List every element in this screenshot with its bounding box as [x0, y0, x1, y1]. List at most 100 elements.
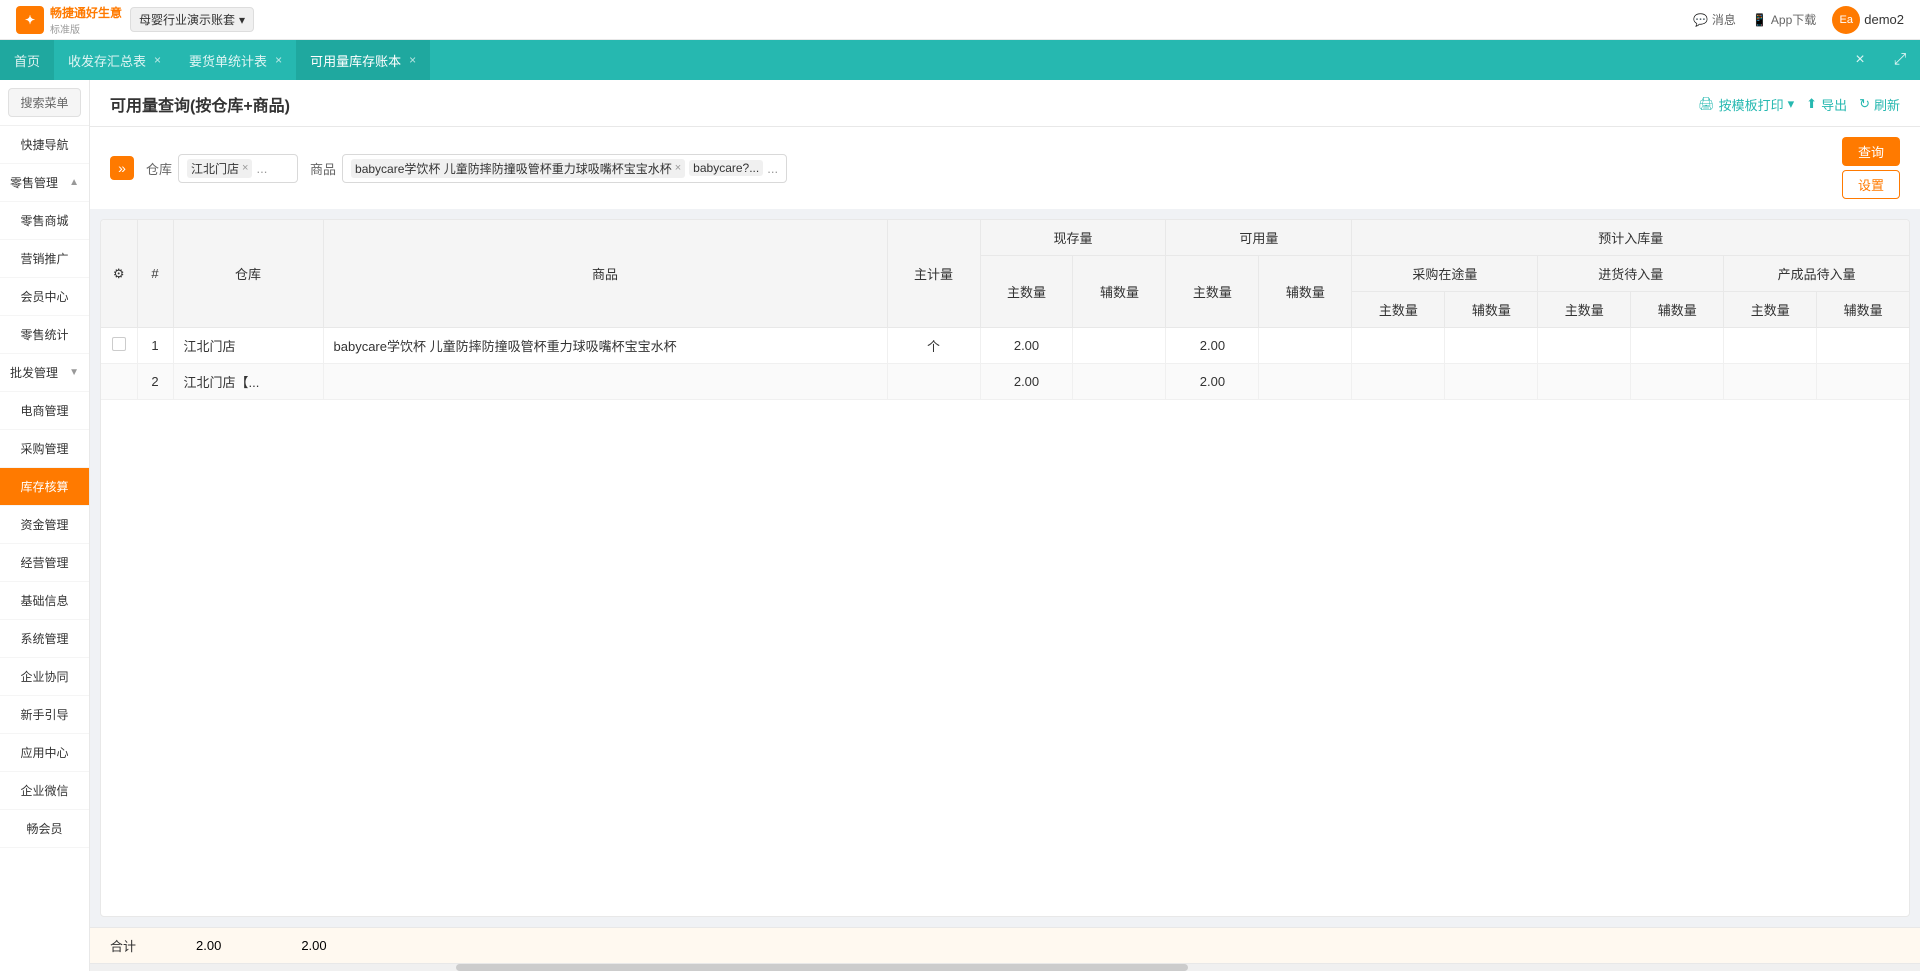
th-purchase-aux: 辅数量 [1445, 292, 1538, 328]
sidebar-item-retail-mall[interactable]: 零售商城 [0, 202, 89, 240]
td-settings [101, 328, 137, 364]
td-stock-aux [1073, 364, 1166, 400]
warehouse-label: 仓库 [146, 159, 172, 178]
sidebar-item-retail-stats[interactable]: 零售统计 [0, 316, 89, 354]
td-finished-main [1724, 364, 1817, 400]
product-label: 商品 [310, 159, 336, 178]
ellipsis-icon[interactable]: ... [256, 161, 267, 176]
message-icon: 💬 [1693, 13, 1708, 27]
table-row: 1 江北门店 babycare学饮杯 儿童防摔防撞吸管杯重力球吸嘴杯宝宝水杯 个… [101, 328, 1909, 364]
tab-close-icon[interactable]: × [154, 53, 161, 67]
filter-right-actions: 查询 设置 [1842, 137, 1900, 199]
scrollbar-thumb[interactable] [456, 964, 1188, 971]
tab-shoufacun[interactable]: 收发存汇总表 × [54, 40, 175, 80]
tab-close-icon[interactable]: × [275, 53, 282, 67]
td-index: 1 [137, 328, 173, 364]
warehouse-tag-close[interactable]: × [242, 162, 248, 174]
sidebar-item-enterprise-wechat[interactable]: 企业微信 [0, 772, 89, 810]
tab-home[interactable]: 首页 [0, 40, 54, 80]
td-stock-aux [1073, 328, 1166, 364]
sidebar-item-member-center[interactable]: 会员中心 [0, 278, 89, 316]
logo-icon: ✦ [16, 6, 44, 34]
data-table: ⚙ # 仓库 商品 主计量 现存量 可用量 预计入库量 主数量 辅数量 主数量 … [101, 220, 1909, 400]
sidebar-item-marketing[interactable]: 营销推广 [0, 240, 89, 278]
sidebar-item-basic-info[interactable]: 基础信息 [0, 582, 89, 620]
th-incoming-pending: 进货待入量 [1538, 256, 1724, 292]
row-checkbox[interactable] [112, 337, 126, 351]
page-actions: 🖨 按模板打印 ▾ ⬆ 导出 ↻ 刷新 [1698, 95, 1900, 114]
sidebar-item-finance[interactable]: 资金管理 [0, 506, 89, 544]
dropdown-icon: ▾ [1788, 96, 1795, 112]
td-incoming-main [1538, 328, 1631, 364]
sidebar: 搜索菜单 快捷导航 零售管理 ▲ 零售商城 营销推广 会员中心 零售统计 批发管… [0, 80, 90, 971]
app-download-button[interactable]: 📱 App下载 [1752, 11, 1816, 28]
sidebar-item-operations[interactable]: 经营管理 [0, 544, 89, 582]
chevron-icon: ▼ [69, 367, 79, 378]
nav-tabs-right: × ⤢ [1840, 40, 1920, 80]
restore-window-button[interactable]: ⤢ [1880, 40, 1920, 80]
td-product: babycare学饮杯 儿童防摔防撞吸管杯重力球吸嘴杯宝宝水杯 [323, 328, 887, 364]
search-menu-button[interactable]: 搜索菜单 [8, 88, 81, 117]
td-finished-main [1724, 328, 1817, 364]
tab-yaohuo[interactable]: 要货单统计表 × [175, 40, 296, 80]
th-stock-aux: 辅数量 [1073, 256, 1166, 328]
nav-tabs: 首页 收发存汇总表 × 要货单统计表 × 可用量库存账本 × × ⤢ [0, 40, 1920, 80]
th-warehouse: 仓库 [173, 220, 323, 328]
td-settings [101, 364, 137, 400]
product-input[interactable]: babycare学饮杯 儿童防摔防撞吸管杯重力球吸嘴杯宝宝水杯 × babyca… [342, 154, 787, 183]
sidebar-item-retail-mgmt[interactable]: 零售管理 ▲ [0, 164, 89, 202]
th-product: 商品 [323, 220, 887, 328]
user-menu[interactable]: Ea demo2 [1832, 6, 1904, 34]
td-main-unit [887, 364, 980, 400]
sidebar-item-member[interactable]: 畅会员 [0, 810, 89, 848]
chevron-down-icon: ▾ [239, 13, 245, 27]
page-title-row: 可用量查询(按仓库+商品) 🖨 按模板打印 ▾ ⬆ 导出 ↻ 刷新 [110, 92, 1900, 116]
sidebar-item-app-center[interactable]: 应用中心 [0, 734, 89, 772]
th-expected-in: 预计入库量 [1352, 220, 1909, 256]
table-scrollbar[interactable] [90, 963, 1920, 971]
print-template-button[interactable]: 🖨 按模板打印 ▾ [1698, 95, 1794, 114]
product-ellipsis-icon[interactable]: ... [767, 161, 778, 176]
sidebar-item-wholesale-mgmt[interactable]: 批发管理 ▼ [0, 354, 89, 392]
th-incoming-aux: 辅数量 [1631, 292, 1724, 328]
warehouse-tag: 江北门店 × [187, 159, 252, 178]
product-tag-2: babycare?... [689, 160, 763, 176]
warehouse-input[interactable]: 江北门店 × ... [178, 154, 298, 183]
td-purchase-aux [1445, 328, 1538, 364]
th-index: # [137, 220, 173, 328]
refresh-button[interactable]: ↻ 刷新 [1859, 95, 1900, 114]
filter-toggle-button[interactable]: » [110, 156, 134, 180]
table-footer: 合计 2.00 2.00 [90, 927, 1920, 963]
summary-stock-main: 2.00 [196, 938, 221, 953]
export-button[interactable]: ⬆ 导出 [1806, 95, 1847, 114]
sidebar-item-enterprise-collab[interactable]: 企业协同 [0, 658, 89, 696]
sidebar-item-system-mgmt[interactable]: 系统管理 [0, 620, 89, 658]
tab-keyongliang[interactable]: 可用量库存账本 × [296, 40, 430, 80]
query-button[interactable]: 查询 [1842, 137, 1900, 166]
td-stock-main: 2.00 [980, 364, 1073, 400]
summary-avail-main: 2.00 [301, 938, 326, 953]
message-button[interactable]: 💬 消息 [1693, 11, 1736, 28]
th-main-unit: 主计量 [887, 220, 980, 328]
main-layout: 搜索菜单 快捷导航 零售管理 ▲ 零售商城 营销推广 会员中心 零售统计 批发管… [0, 80, 1920, 971]
sidebar-item-purchase-mgmt[interactable]: 采购管理 [0, 430, 89, 468]
sidebar-item-ecommerce[interactable]: 电商管理 [0, 392, 89, 430]
td-incoming-aux [1631, 364, 1724, 400]
th-current-stock: 现存量 [980, 220, 1166, 256]
warehouse-filter-group: 仓库 江北门店 × ... [146, 154, 298, 183]
sidebar-item-newbie-guide[interactable]: 新手引导 [0, 696, 89, 734]
double-arrow-icon: » [118, 160, 126, 176]
th-finished-aux: 辅数量 [1817, 292, 1909, 328]
settings-button[interactable]: 设置 [1842, 170, 1900, 199]
th-avail-aux: 辅数量 [1259, 256, 1352, 328]
sidebar-item-quick-nav[interactable]: 快捷导航 [0, 126, 89, 164]
close-all-tabs-button[interactable]: × [1840, 40, 1880, 80]
sidebar-item-inventory[interactable]: 库存核算 [0, 468, 89, 506]
product-tag-1-close[interactable]: × [675, 162, 681, 174]
industry-selector[interactable]: 母婴行业演示账套 ▾ [130, 7, 254, 32]
filter-section: » 仓库 江北门店 × ... 商品 babycare学饮杯 儿童防摔防撞吸管杯… [90, 127, 1920, 209]
td-warehouse: 江北门店 [173, 328, 323, 364]
tab-close-icon[interactable]: × [409, 53, 416, 67]
top-bar: ✦ 畅捷通好生意 标准版 母婴行业演示账套 ▾ 💬 消息 📱 App下载 Ea … [0, 0, 1920, 40]
page-title: 可用量查询(按仓库+商品) [110, 92, 290, 116]
